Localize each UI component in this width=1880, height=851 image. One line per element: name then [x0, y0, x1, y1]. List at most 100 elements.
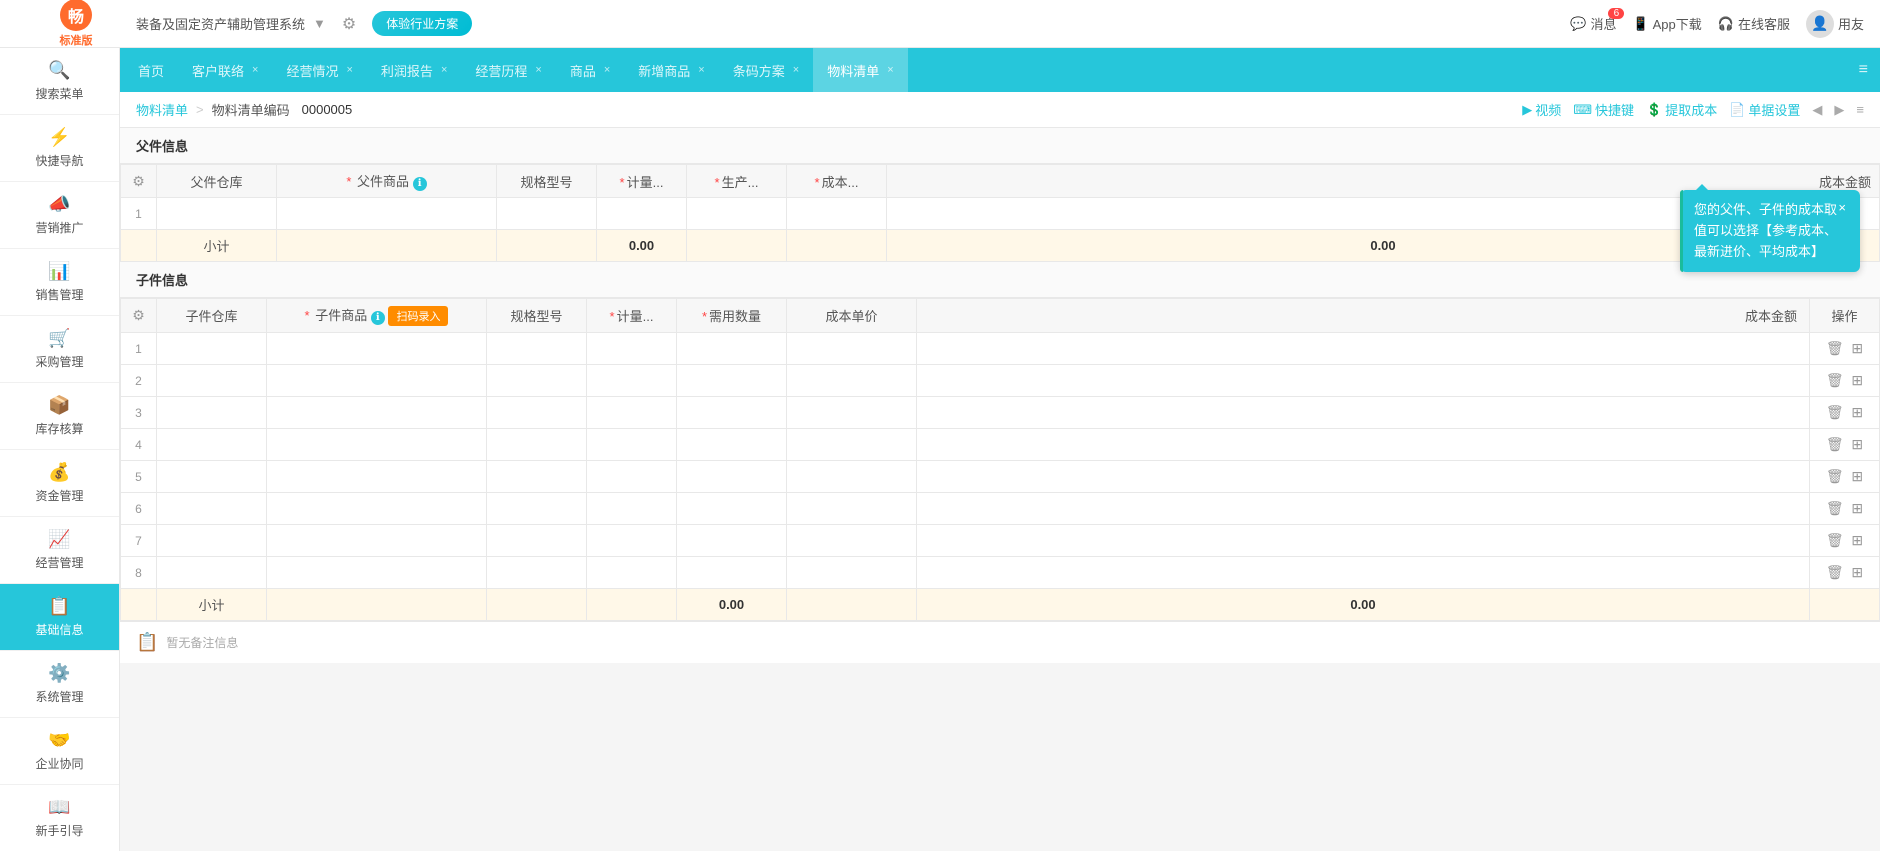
child-row-4-delete-icon[interactable]: 🗑 [1826, 436, 1844, 452]
tab-barcode-close[interactable]: × [793, 64, 799, 76]
tab-goods[interactable]: 商品 × [556, 48, 624, 92]
child-row-4-qty[interactable] [677, 429, 787, 461]
child-row-6-copy-icon[interactable]: ⊞ [1851, 500, 1863, 516]
online-support-icon[interactable]: 🎧 在线客服 [1718, 14, 1790, 33]
child-row-1-copy-icon[interactable]: ⊞ [1851, 340, 1863, 356]
child-row-1-product[interactable] [267, 333, 487, 365]
child-row-4-unit[interactable] [587, 429, 677, 461]
sidebar-item-basicinfo[interactable]: 📋 基础信息 [0, 584, 119, 651]
tab-ops-close[interactable]: × [346, 64, 352, 76]
trial-button[interactable]: 体验行业方案 [372, 11, 472, 36]
parent-gear-icon[interactable]: ⚙ [132, 173, 145, 189]
tab-profit-close[interactable]: × [441, 64, 447, 76]
tab-history-close[interactable]: × [535, 64, 541, 76]
app-download-icon[interactable]: 📱 App下载 [1632, 14, 1701, 33]
tab-new-goods-close[interactable]: × [698, 64, 704, 76]
scan-input-button[interactable]: 扫码录入 [388, 306, 448, 326]
tab-history[interactable]: 经营历程 × [461, 48, 555, 92]
child-row-7-product[interactable] [267, 525, 487, 557]
child-row-3-unit[interactable] [587, 397, 677, 429]
child-row-8-delete-icon[interactable]: 🗑 [1826, 564, 1844, 580]
parent-row-1-produce[interactable] [687, 198, 787, 230]
child-row-1-unit[interactable] [587, 333, 677, 365]
tooltip-close-button[interactable]: × [1838, 198, 1846, 219]
tab-profit[interactable]: 利润报告 × [367, 48, 461, 92]
child-row-8-spec[interactable] [487, 557, 587, 589]
sidebar-item-operations[interactable]: 📈 经营管理 [0, 517, 119, 584]
child-row-5-delete-icon[interactable]: 🗑 [1826, 468, 1844, 484]
tab-operations[interactable]: 经营情况 × [272, 48, 366, 92]
child-row-8-warehouse[interactable] [157, 557, 267, 589]
parent-product-info-icon[interactable]: ℹ [413, 177, 427, 191]
child-row-2-qty[interactable] [677, 365, 787, 397]
child-row-3-copy-icon[interactable]: ⊞ [1851, 404, 1863, 420]
child-row-3-qty[interactable] [677, 397, 787, 429]
tab-goods-close[interactable]: × [604, 64, 610, 76]
settings-gear-icon[interactable]: ⚙ [342, 14, 356, 34]
sidebar-item-finance[interactable]: 💰 资金管理 [0, 450, 119, 517]
child-row-6-product[interactable] [267, 493, 487, 525]
parent-row-1-cost[interactable] [787, 198, 887, 230]
child-row-1-spec[interactable] [487, 333, 587, 365]
child-row-8-copy-icon[interactable]: ⊞ [1851, 564, 1863, 580]
shortcut-action[interactable]: ⌨ 快捷键 [1573, 100, 1634, 119]
sidebar-item-quicknav[interactable]: ⚡ 快捷导航 [0, 115, 119, 182]
tab-new-goods[interactable]: 新增商品 × [624, 48, 718, 92]
single-setting-action[interactable]: 📄 单据设置 [1729, 100, 1800, 119]
child-row-4-unit-cost[interactable] [787, 429, 917, 461]
child-row-4-copy-icon[interactable]: ⊞ [1851, 436, 1863, 452]
child-row-7-copy-icon[interactable]: ⊞ [1851, 532, 1863, 548]
child-row-5-copy-icon[interactable]: ⊞ [1851, 468, 1863, 484]
child-row-6-warehouse[interactable] [157, 493, 267, 525]
child-row-3-product[interactable] [267, 397, 487, 429]
child-row-4-warehouse[interactable] [157, 429, 267, 461]
child-row-7-qty[interactable] [677, 525, 787, 557]
user-avatar-area[interactable]: 👤 用友 [1806, 10, 1864, 38]
tab-bom[interactable]: 物料清单 × [813, 48, 907, 92]
child-row-5-product[interactable] [267, 461, 487, 493]
tab-bom-close[interactable]: × [887, 64, 893, 76]
nav-prev-icon[interactable]: ◀ [1812, 102, 1822, 118]
child-row-3-spec[interactable] [487, 397, 587, 429]
tab-customer[interactable]: 客户联络 × [178, 48, 272, 92]
tab-barcode[interactable]: 条码方案 × [719, 48, 813, 92]
child-row-5-spec[interactable] [487, 461, 587, 493]
sidebar-item-search[interactable]: 🔍 搜索菜单 [0, 48, 119, 115]
child-row-3-warehouse[interactable] [157, 397, 267, 429]
grid-view-icon[interactable]: ≡ [1856, 102, 1864, 117]
sidebar-item-marketing[interactable]: 📣 营销推广 [0, 182, 119, 249]
child-row-6-unit[interactable] [587, 493, 677, 525]
message-icon-wrap[interactable]: 💬 6 消息 [1570, 14, 1616, 33]
child-row-4-product[interactable] [267, 429, 487, 461]
tab-home[interactable]: 首页 [124, 48, 178, 92]
child-row-7-warehouse[interactable] [157, 525, 267, 557]
parent-row-1-product[interactable] [277, 198, 497, 230]
sidebar-item-purchase[interactable]: 🛒 采购管理 [0, 316, 119, 383]
child-product-info-icon[interactable]: ℹ [371, 311, 385, 325]
child-row-8-unit-cost[interactable] [787, 557, 917, 589]
child-row-2-unit-cost[interactable] [787, 365, 917, 397]
child-row-2-copy-icon[interactable]: ⊞ [1851, 372, 1863, 388]
sidebar-item-system[interactable]: ⚙️ 系统管理 [0, 651, 119, 718]
child-row-2-product[interactable] [267, 365, 487, 397]
parent-row-1-warehouse[interactable] [157, 198, 277, 230]
child-row-4-spec[interactable] [487, 429, 587, 461]
sidebar-item-collab[interactable]: 🤝 企业协同 [0, 718, 119, 785]
parent-row-1-unit[interactable] [597, 198, 687, 230]
sidebar-item-sales[interactable]: 📊 销售管理 [0, 249, 119, 316]
nav-next-icon[interactable]: ▶ [1834, 102, 1844, 118]
view-action[interactable]: ▶ 视频 [1522, 100, 1561, 119]
sidebar-item-inventory[interactable]: 📦 库存核算 [0, 383, 119, 450]
parent-row-1-spec[interactable] [497, 198, 597, 230]
child-row-8-product[interactable] [267, 557, 487, 589]
child-row-7-spec[interactable] [487, 525, 587, 557]
child-row-6-delete-icon[interactable]: 🗑 [1826, 500, 1844, 516]
child-row-7-unit-cost[interactable] [787, 525, 917, 557]
child-row-2-warehouse[interactable] [157, 365, 267, 397]
child-row-7-delete-icon[interactable]: 🗑 [1826, 532, 1844, 548]
child-row-7-unit[interactable] [587, 525, 677, 557]
tab-customer-close[interactable]: × [252, 64, 258, 76]
child-row-2-delete-icon[interactable]: 🗑 [1826, 372, 1844, 388]
child-row-2-spec[interactable] [487, 365, 587, 397]
child-row-3-delete-icon[interactable]: 🗑 [1826, 404, 1844, 420]
